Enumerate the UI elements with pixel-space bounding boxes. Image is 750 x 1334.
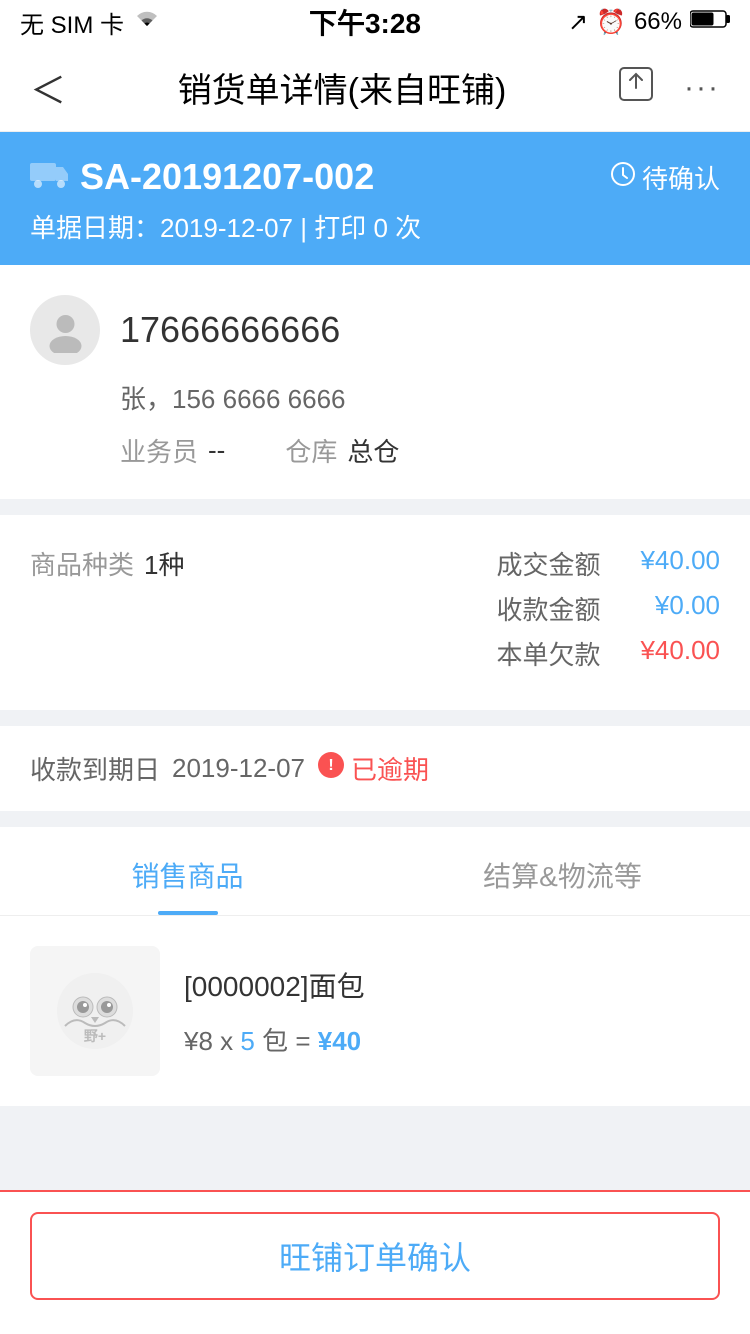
tabs-section: 销售商品 结算&物流等 bbox=[0, 827, 750, 916]
status-bar-time: 下午3:28 bbox=[309, 2, 421, 42]
truck-icon bbox=[30, 156, 70, 198]
owed-amount-value: ¥40.00 bbox=[640, 635, 720, 672]
product-quantity: 5 bbox=[240, 1026, 254, 1056]
deal-amount-label: 成交金额 bbox=[496, 545, 600, 582]
more-icon[interactable]: ··· bbox=[684, 71, 720, 105]
back-button[interactable]: ＜ bbox=[30, 62, 66, 114]
order-header-top: SA-20191207-002 待确认 bbox=[30, 156, 720, 198]
sales-rep-value: -- bbox=[208, 435, 225, 466]
confirm-order-button[interactable]: 旺铺订单确认 bbox=[30, 1212, 720, 1300]
wifi-icon bbox=[132, 8, 162, 37]
warning-icon: ! bbox=[317, 751, 345, 786]
product-total: ¥40 bbox=[318, 1026, 361, 1056]
status-bar-right: ↗ ⏰ 66% bbox=[568, 8, 730, 37]
category-info: 商品种类 1种 bbox=[30, 545, 184, 582]
customer-name: 张，156 6666 6666 bbox=[30, 379, 720, 416]
alarm-icon: ⏰ bbox=[596, 8, 626, 37]
amount-row-received: 收款金额 ¥0.00 bbox=[496, 590, 720, 627]
product-price: ¥8 x 5 包 = ¥40 bbox=[184, 1021, 720, 1058]
bottom-bar: 旺铺订单确认 bbox=[0, 1190, 750, 1334]
owed-amount-label: 本单欠款 bbox=[496, 635, 600, 672]
product-name: [0000002]面包 bbox=[184, 965, 720, 1005]
due-date-label: 收款到期日 bbox=[30, 750, 160, 787]
product-thumbnail: 野+ bbox=[30, 946, 160, 1076]
price-equals: = bbox=[295, 1026, 317, 1056]
svg-text:!: ! bbox=[328, 757, 333, 774]
warehouse-value: 总仓 bbox=[347, 432, 399, 469]
amounts-list: 成交金额 ¥40.00 收款金额 ¥0.00 本单欠款 ¥40.00 bbox=[496, 545, 720, 680]
tab-sales-products[interactable]: 销售商品 bbox=[0, 827, 375, 915]
customer-section: 17666666666 张，156 6666 6666 业务员 -- 仓库 总仓 bbox=[0, 265, 750, 499]
clock-icon bbox=[610, 161, 636, 194]
warehouse-label: 仓库 bbox=[285, 432, 337, 469]
product-info: [0000002]面包 ¥8 x 5 包 = ¥40 bbox=[184, 965, 720, 1058]
carrier-text: 无 SIM 卡 bbox=[20, 5, 124, 40]
battery-text: 66% bbox=[634, 8, 682, 36]
order-number: SA-20191207-002 bbox=[30, 156, 374, 198]
status-bar-left: 无 SIM 卡 bbox=[20, 5, 162, 40]
order-status: 待确认 bbox=[610, 159, 720, 196]
amount-row-owed: 本单欠款 ¥40.00 bbox=[496, 635, 720, 672]
nav-bar: ＜ 销货单详情(来自旺铺) ··· bbox=[0, 44, 750, 132]
share-icon[interactable] bbox=[618, 66, 654, 110]
due-date-value: 2019-12-07 bbox=[172, 753, 305, 784]
received-amount-label: 收款金额 bbox=[496, 590, 600, 627]
order-header: SA-20191207-002 待确认 单据日期：2019-12-07 | 打印… bbox=[0, 132, 750, 265]
price-multiply: x bbox=[220, 1026, 240, 1056]
warehouse-item: 仓库 总仓 bbox=[285, 432, 399, 469]
product-section: 野+ [0000002]面包 ¥8 x 5 包 = ¥40 bbox=[0, 916, 750, 1106]
amount-row-deal: 成交金额 ¥40.00 bbox=[496, 545, 720, 582]
status-bar: 无 SIM 卡 下午3:28 ↗ ⏰ 66% bbox=[0, 0, 750, 44]
sales-rep-label: 业务员 bbox=[120, 432, 198, 469]
product-unit: 包 bbox=[262, 1026, 288, 1056]
summary-section: 商品种类 1种 成交金额 ¥40.00 收款金额 ¥0.00 本单欠款 ¥40.… bbox=[0, 515, 750, 710]
price-per-unit: ¥8 bbox=[184, 1026, 213, 1056]
nav-right-actions: ··· bbox=[618, 66, 720, 110]
svg-text:野+: 野+ bbox=[84, 1028, 106, 1044]
tabs-header: 销售商品 结算&物流等 bbox=[0, 827, 750, 916]
product-item: 野+ [0000002]面包 ¥8 x 5 包 = ¥40 bbox=[30, 946, 720, 1076]
overdue-badge: ! 已逾期 bbox=[317, 750, 429, 787]
sales-rep-item: 业务员 -- bbox=[120, 432, 225, 469]
due-date-section: 收款到期日 2019-12-07 ! 已逾期 bbox=[0, 726, 750, 811]
customer-avatar bbox=[30, 295, 100, 365]
location-icon: ↗ bbox=[568, 8, 588, 37]
page-title: 销货单详情(来自旺铺) bbox=[178, 63, 507, 112]
category-value: 1种 bbox=[144, 545, 184, 582]
tab-settlement-logistics[interactable]: 结算&物流等 bbox=[375, 827, 750, 915]
customer-phone: 17666666666 bbox=[120, 309, 340, 351]
category-label: 商品种类 bbox=[30, 545, 134, 582]
received-amount-value: ¥0.00 bbox=[655, 590, 720, 627]
customer-meta: 业务员 -- 仓库 总仓 bbox=[30, 432, 720, 469]
order-date: 单据日期：2019-12-07 | 打印 0 次 bbox=[30, 208, 720, 245]
battery-icon bbox=[690, 8, 730, 36]
deal-amount-value: ¥40.00 bbox=[640, 545, 720, 582]
customer-top: 17666666666 bbox=[30, 295, 720, 365]
